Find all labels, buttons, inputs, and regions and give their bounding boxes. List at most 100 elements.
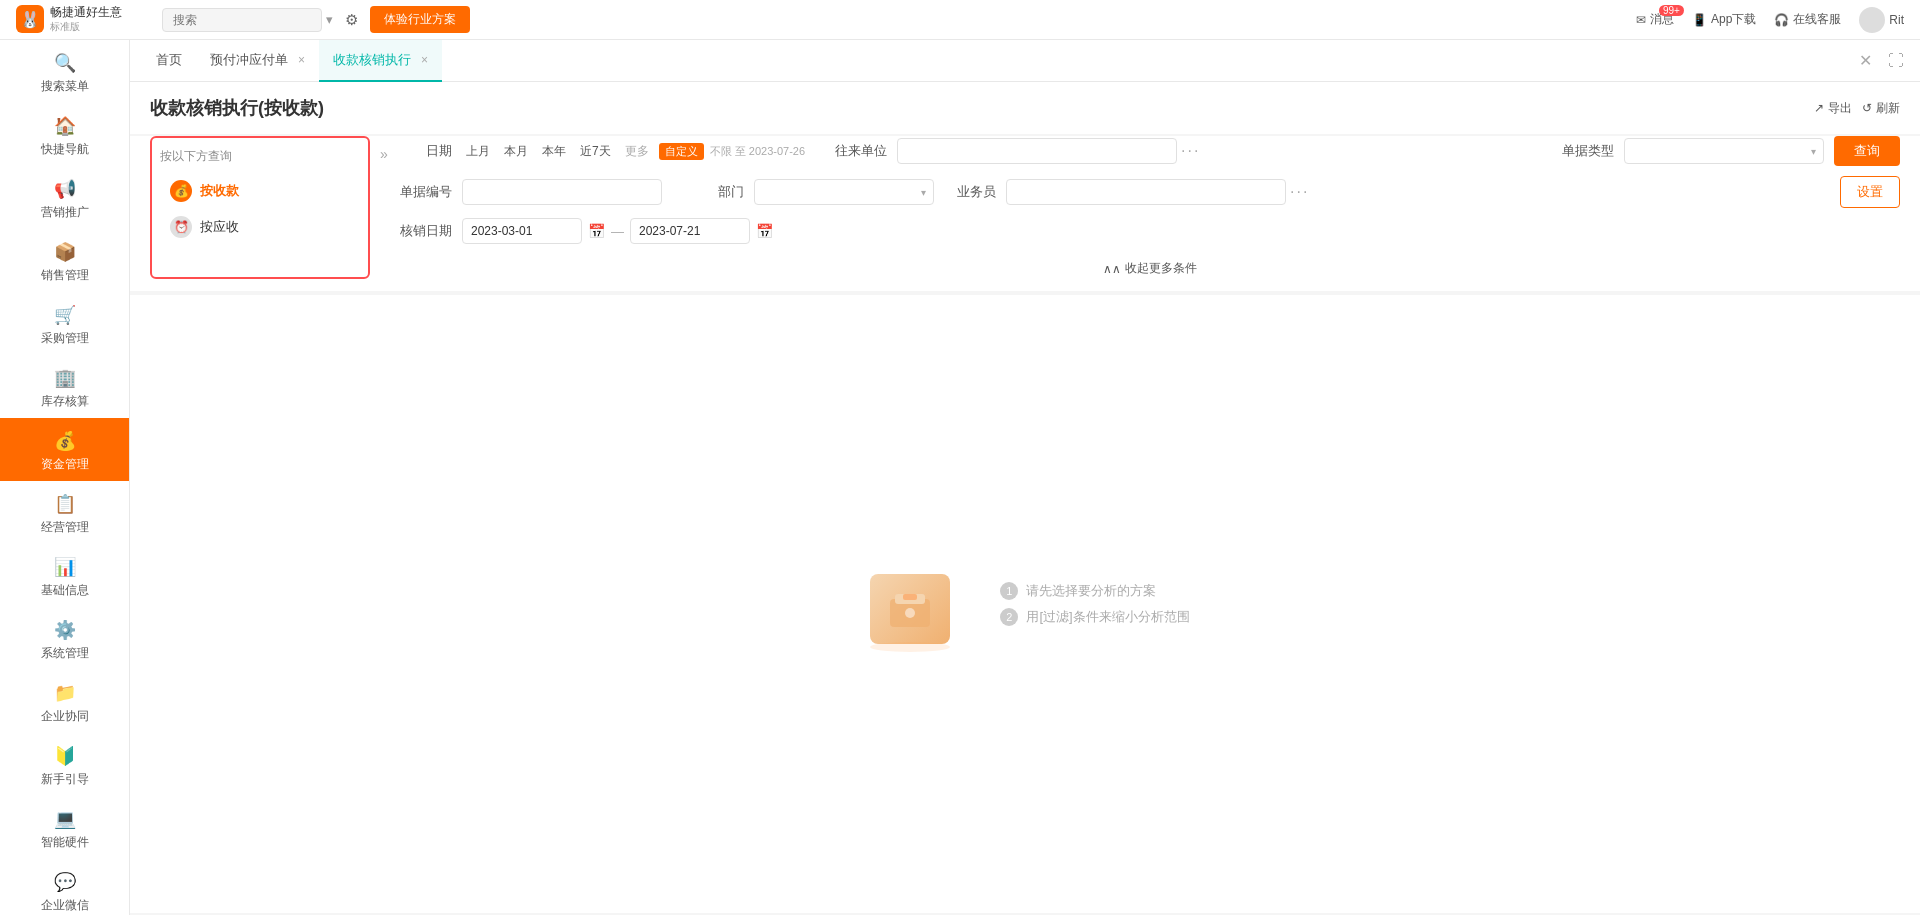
tab-home-label: 首页 (156, 51, 182, 69)
receipt-option-icon: 💰 (170, 180, 192, 202)
filter-row-2: 单据编号 部门 ▾ 业务员 ··· 设置 (400, 176, 1900, 208)
filter-row-3: 核销日期 📅 — 📅 (400, 218, 1900, 244)
page-actions: ↗ 导出 ↺ 刷新 (1814, 100, 1900, 131)
tab-prepay-close[interactable]: × (298, 53, 305, 67)
sidebar-item-collab[interactable]: 📁 企业协同 (0, 670, 129, 733)
sidebar-label-system: 系统管理 (41, 645, 89, 662)
date-tab-more[interactable]: 更多 (621, 141, 653, 162)
sidebar-label-collab: 企业协同 (41, 708, 89, 725)
empty-hint-1: 1 请先选择要分析的方案 (1000, 582, 1189, 600)
export-button[interactable]: ↗ 导出 (1814, 100, 1852, 117)
logo-sub: 标准版 (50, 20, 122, 34)
date-tab-this-year[interactable]: 本年 (538, 141, 570, 162)
filter-option-by-receivable[interactable]: ⏰ 按应收 (160, 209, 360, 245)
staff-label: 业务员 (944, 183, 996, 201)
filter-left-panel: 按以下方查询 💰 按收款 ⏰ 按应收 (150, 136, 370, 279)
settings-button[interactable]: 设置 (1840, 176, 1900, 208)
staff-input[interactable] (1006, 179, 1286, 205)
writeoff-date-range: 📅 — 📅 (462, 218, 773, 244)
sidebar-item-nav[interactable]: 🏠 快捷导航 (0, 103, 129, 166)
sidebar-label-base: 基础信息 (41, 582, 89, 599)
content-area: 收款核销执行(按收款) ↗ 导出 ↺ 刷新 按以下方查询 💰 按收款 (130, 82, 1920, 915)
voucher-no-label: 单据编号 (400, 183, 452, 201)
counterpart-input[interactable] (897, 138, 1177, 164)
search-icon: 🔍 (54, 52, 76, 74)
date-badge-custom[interactable]: 自定义 (659, 143, 704, 160)
writeoff-end-input[interactable] (630, 218, 750, 244)
empty-state: 1 请先选择要分析的方案 2 用[过滤]条件来缩小分析范围 (130, 295, 1920, 913)
voucher-type-select[interactable] (1624, 138, 1824, 164)
sidebar-item-purchase[interactable]: 🛒 采购管理 (0, 292, 129, 355)
sidebar-item-marketing[interactable]: 📢 营销推广 (0, 166, 129, 229)
sidebar-label-nav: 快捷导航 (41, 141, 89, 158)
app-icon: 📱 (1692, 13, 1707, 27)
sidebar-item-sales[interactable]: 📦 销售管理 (0, 229, 129, 292)
sidebar-item-system[interactable]: ⚙️ 系统管理 (0, 607, 129, 670)
writeoff-start-cal-icon[interactable]: 📅 (588, 223, 605, 239)
operations-icon: 📋 (54, 493, 76, 515)
sidebar-item-base[interactable]: 📊 基础信息 (0, 544, 129, 607)
voucher-type-label: 单据类型 (1562, 142, 1614, 160)
logo-icon: 🐰 (16, 5, 44, 33)
sidebar-item-inventory[interactable]: 🏢 库存核算 (0, 355, 129, 418)
tabbar: 首页 预付冲应付单 × 收款核销执行 × ✕ ⛶ (130, 40, 1920, 82)
sidebar-item-guide[interactable]: 🔰 新手引导 (0, 733, 129, 796)
sidebar-item-weixin[interactable]: 💬 企业微信 (0, 859, 129, 915)
tabbar-actions: ✕ ⛶ (1855, 47, 1908, 74)
tab-home[interactable]: 首页 (142, 40, 196, 82)
solution-button[interactable]: 体验行业方案 (370, 6, 470, 33)
service-icon: 🎧 (1774, 13, 1789, 27)
system-icon: ⚙️ (54, 619, 76, 641)
user-avatar[interactable]: Rit (1859, 7, 1904, 33)
voucher-no-input[interactable] (462, 179, 662, 205)
sidebar-item-search[interactable]: 🔍 搜索菜单 (0, 40, 129, 103)
date-tab-this-month[interactable]: 本月 (500, 141, 532, 162)
sidebar-label-weixin: 企业微信 (41, 897, 89, 914)
logo: 🐰 畅捷通好生意 标准版 (16, 5, 146, 33)
online-service-btn[interactable]: 🎧 在线客服 (1774, 11, 1841, 28)
sidebar-item-operations[interactable]: 📋 经营管理 (0, 481, 129, 544)
tab-writeoff-close[interactable]: × (421, 53, 428, 67)
topbar: 🐰 畅捷通好生意 标准版 ▾ ⚙ 体验行业方案 ✉ 消息 99+ 📱 App下载… (0, 0, 1920, 40)
date-tab-7days[interactable]: 近7天 (576, 141, 615, 162)
message-icon: ✉ (1636, 13, 1646, 27)
hardware-icon: 💻 (54, 808, 76, 830)
empty-shadow (870, 642, 950, 652)
tab-prepay[interactable]: 预付冲应付单 × (196, 40, 319, 82)
staff-dots-btn[interactable]: ··· (1290, 183, 1309, 201)
writeoff-start-input[interactable] (462, 218, 582, 244)
writeoff-date-label: 核销日期 (400, 222, 452, 240)
sidebar-label-purchase: 采购管理 (41, 330, 89, 347)
query-button[interactable]: 查询 (1834, 136, 1900, 166)
finance-icon: 💰 (54, 430, 76, 452)
sidebar-item-finance[interactable]: 💰 资金管理 (0, 418, 129, 481)
sidebar-label-inventory: 库存核算 (41, 393, 89, 410)
close-window-icon[interactable]: ✕ (1855, 47, 1876, 74)
sidebar-label-operations: 经营管理 (41, 519, 89, 536)
filter-option-by-receipt[interactable]: 💰 按收款 (160, 173, 360, 209)
page-title-bar: 收款核销执行(按收款) ↗ 导出 ↺ 刷新 (130, 82, 1920, 134)
refresh-icon: ↺ (1862, 101, 1872, 115)
message-btn[interactable]: ✉ 消息 99+ (1636, 11, 1674, 28)
page-title: 收款核销执行(按收款) (150, 96, 324, 134)
hint-text-2: 用[过滤]条件来缩小分析范围 (1026, 608, 1189, 626)
tab-writeoff[interactable]: 收款核销执行 × (319, 40, 442, 82)
collapse-more-btn[interactable]: ∧∧ 收起更多条件 (400, 254, 1900, 279)
counterpart-dots-btn[interactable]: ··· (1181, 142, 1200, 160)
sales-icon: 📦 (54, 241, 76, 263)
date-tab-last-month[interactable]: 上月 (462, 141, 494, 162)
sidebar-item-hardware[interactable]: 💻 智能硬件 (0, 796, 129, 859)
empty-hint-2: 2 用[过滤]条件来缩小分析范围 (1000, 608, 1189, 626)
search-arrow-icon[interactable]: ▾ (326, 12, 333, 27)
search-input[interactable] (162, 8, 322, 32)
empty-box-icon (870, 574, 950, 644)
expand-window-icon[interactable]: ⛶ (1884, 48, 1908, 74)
collab-icon: 📁 (54, 682, 76, 704)
collapse-filter-btn[interactable]: » (380, 136, 400, 279)
filter-form: 日期 上月 本月 本年 近7天 更多 自定义 不限 至 2023-07-26 往… (400, 136, 1900, 279)
gear-icon[interactable]: ⚙ (345, 11, 358, 29)
refresh-button[interactable]: ↺ 刷新 (1862, 100, 1900, 117)
app-download-btn[interactable]: 📱 App下载 (1692, 11, 1756, 28)
writeoff-end-cal-icon[interactable]: 📅 (756, 223, 773, 239)
dept-select[interactable] (754, 179, 934, 205)
